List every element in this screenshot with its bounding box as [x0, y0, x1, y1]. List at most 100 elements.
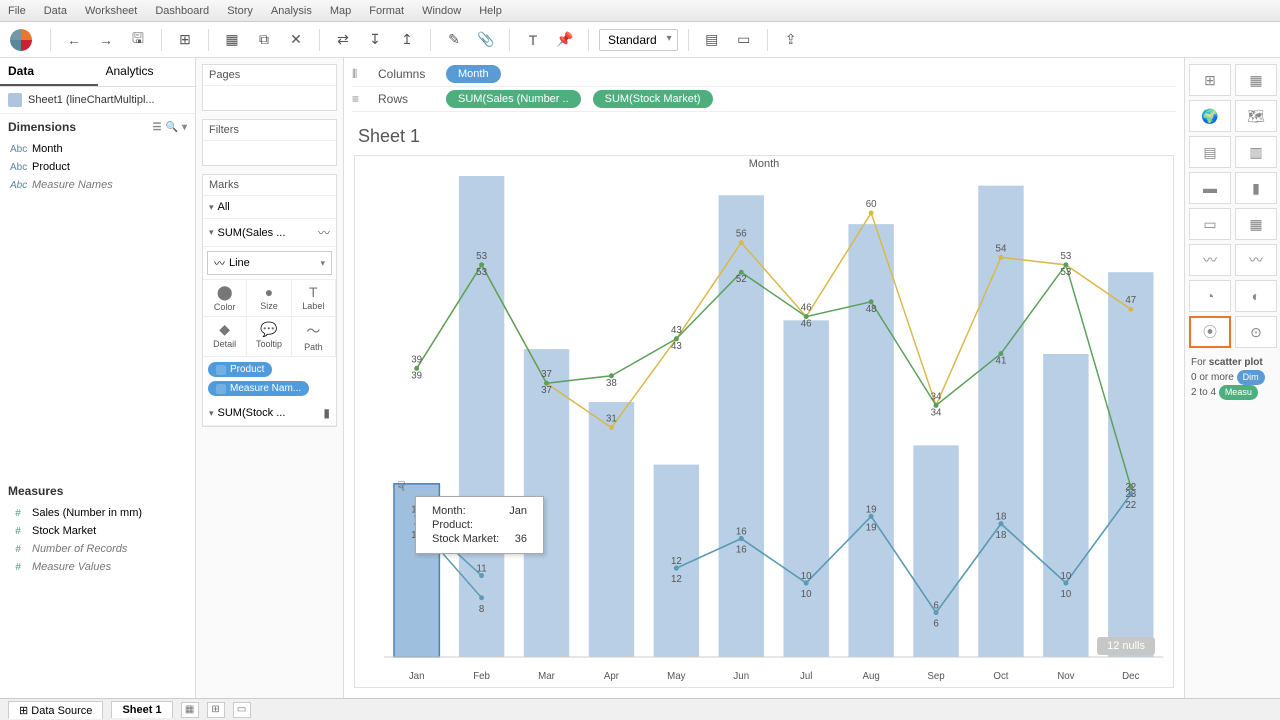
showme-option-8[interactable]: ▭ — [1189, 208, 1231, 240]
mark-size-button[interactable]: ●Size — [247, 280, 291, 317]
point-line_a-oct[interactable] — [999, 255, 1004, 260]
menu-worksheet[interactable]: Worksheet — [85, 5, 137, 17]
color-pill-product[interactable]: Product — [208, 362, 272, 377]
data-label: 19 — [866, 522, 877, 533]
menu-analysis[interactable]: Analysis — [271, 5, 312, 17]
mark-type-dropdown[interactable]: 〰Line — [207, 251, 332, 275]
analytics-tab[interactable]: Analytics — [98, 58, 196, 86]
pill-sum-sales[interactable]: SUM(Sales (Number .. — [446, 90, 581, 108]
show-cards-button[interactable]: ▤ — [699, 27, 725, 53]
back-button[interactable]: ← — [61, 27, 87, 53]
bar-jul[interactable] — [783, 320, 828, 657]
labels-button[interactable]: T — [520, 27, 546, 53]
field-stock-market[interactable]: #Stock Market — [0, 522, 195, 540]
menu-window[interactable]: Window — [422, 5, 461, 17]
presentation-button[interactable]: ▭ — [731, 27, 757, 53]
menu-help[interactable]: Help — [479, 5, 502, 17]
options-caret-icon[interactable]: ▾ — [182, 122, 187, 133]
field-measure-names[interactable]: AbcMeasure Names — [0, 176, 195, 194]
showme-option-6[interactable]: ▬ — [1189, 172, 1231, 204]
rows-shelf[interactable]: ≡ Rows SUM(Sales (Number .. SUM(Stock Ma… — [352, 87, 1176, 112]
bar-jun[interactable] — [719, 195, 764, 657]
viz-area: ⦀ Columns Month ≡ Rows SUM(Sales (Number… — [344, 58, 1184, 698]
point-line_a-jun[interactable] — [739, 240, 744, 245]
pin-button[interactable]: 📌 — [552, 27, 578, 53]
pill-sum-stock[interactable]: SUM(Stock Market) — [593, 90, 713, 108]
mark-tooltip-button[interactable]: 💬Tooltip — [247, 317, 291, 357]
share-button[interactable]: ⇪ — [778, 27, 804, 53]
filters-card: Filters — [202, 119, 337, 166]
pill-month[interactable]: Month — [446, 65, 501, 83]
bar-dec[interactable] — [1108, 272, 1153, 657]
new-story-button[interactable]: ▭ — [233, 702, 251, 718]
sheet-title[interactable]: Sheet 1 — [344, 116, 1184, 151]
new-datasource-button[interactable]: ⊞ — [172, 27, 198, 53]
duplicate-button[interactable]: ⧉ — [251, 27, 277, 53]
point-line_c-feb[interactable] — [479, 595, 484, 600]
sheet1-tab[interactable]: Sheet 1 — [111, 701, 172, 718]
menu-story[interactable]: Story — [227, 5, 253, 17]
sort-desc-button[interactable]: ↥ — [394, 27, 420, 53]
showme-option-9[interactable]: ▦ — [1235, 208, 1277, 240]
bar-feb[interactable] — [459, 176, 504, 657]
point-line_a-apr[interactable] — [609, 425, 614, 430]
filters-shelf[interactable] — [203, 141, 336, 165]
bar-aug[interactable] — [848, 224, 893, 657]
mark-detail-button[interactable]: ◆Detail — [203, 317, 247, 357]
clear-button[interactable]: ✕ — [283, 27, 309, 53]
swap-button[interactable]: ⇄ — [330, 27, 356, 53]
showme-option-15[interactable]: ⊙ — [1235, 316, 1277, 348]
marks-sum-stock-row[interactable]: ▾SUM(Stock ...▮ — [203, 401, 336, 426]
mark-path-button[interactable]: 〜Path — [292, 317, 336, 357]
menu-data[interactable]: Data — [44, 5, 67, 17]
menu-map[interactable]: Map — [330, 5, 351, 17]
showme-option-0[interactable]: ⊞ — [1189, 64, 1231, 96]
search-icon[interactable]: 🔍 — [166, 122, 178, 133]
data-tab[interactable]: Data — [0, 58, 98, 86]
field-sales-number-in-mm-[interactable]: #Sales (Number in mm) — [0, 504, 195, 522]
new-dashboard-button[interactable]: ⊞ — [207, 702, 225, 718]
label-pill-measure-names[interactable]: Measure Nam... — [208, 381, 309, 396]
showme-option-14[interactable]: ⦿ — [1189, 316, 1231, 348]
data-source-tab[interactable]: ⊞ Data Source — [8, 701, 103, 719]
showme-option-2[interactable]: 🌍 — [1189, 100, 1231, 132]
connection-row[interactable]: Sheet1 (lineChartMultipl... — [0, 87, 195, 114]
sort-asc-button[interactable]: ↧ — [362, 27, 388, 53]
marks-sum-sales-row[interactable]: ▾SUM(Sales ...〰 — [203, 219, 336, 247]
point-line_a-dec[interactable] — [1128, 307, 1133, 312]
showme-option-3[interactable]: 🗺 — [1235, 100, 1277, 132]
point-line_a-aug[interactable] — [869, 211, 874, 216]
new-sheet-button[interactable]: ▦ — [181, 702, 199, 718]
showme-option-7[interactable]: ▮ — [1235, 172, 1277, 204]
showme-option-12[interactable]: ◔ — [1189, 280, 1231, 312]
showme-option-1[interactable]: ▦ — [1235, 64, 1277, 96]
menu-format[interactable]: Format — [369, 5, 404, 17]
chart-canvas[interactable]: Month 3953373143564660345453473953373843… — [354, 155, 1174, 688]
field-month[interactable]: AbcMonth — [0, 140, 195, 158]
showme-option-11[interactable]: 〰 — [1235, 244, 1277, 276]
mark-label-button[interactable]: TLabel — [292, 280, 336, 317]
view-toggle-icon[interactable]: ☰ — [153, 122, 162, 133]
nulls-indicator[interactable]: 12 nulls — [1097, 637, 1155, 655]
mark-color-button[interactable]: ⬤Color — [203, 280, 247, 317]
marks-all-row[interactable]: ▾All — [203, 196, 336, 219]
columns-shelf[interactable]: ⦀ Columns Month — [352, 62, 1176, 87]
highlight-button[interactable]: ✎ — [441, 27, 467, 53]
showme-option-10[interactable]: 〰 — [1189, 244, 1231, 276]
bar-apr[interactable] — [589, 402, 634, 657]
showme-option-5[interactable]: ▥ — [1235, 136, 1277, 168]
showme-option-4[interactable]: ▤ — [1189, 136, 1231, 168]
showme-option-13[interactable]: ◐ — [1235, 280, 1277, 312]
field-product[interactable]: AbcProduct — [0, 158, 195, 176]
save-button[interactable]: 🖫 — [125, 27, 151, 53]
forward-button[interactable]: → — [93, 27, 119, 53]
bar-nov[interactable] — [1043, 354, 1088, 657]
fit-dropdown[interactable]: Standard — [599, 29, 678, 51]
new-worksheet-button[interactable]: ▦ — [219, 27, 245, 53]
pages-shelf[interactable] — [203, 86, 336, 110]
menu-file[interactable]: File — [8, 5, 26, 17]
field-number-of-records[interactable]: #Number of Records — [0, 540, 195, 558]
menu-dashboard[interactable]: Dashboard — [155, 5, 209, 17]
field-measure-values[interactable]: #Measure Values — [0, 558, 195, 576]
group-button[interactable]: 📎 — [473, 27, 499, 53]
